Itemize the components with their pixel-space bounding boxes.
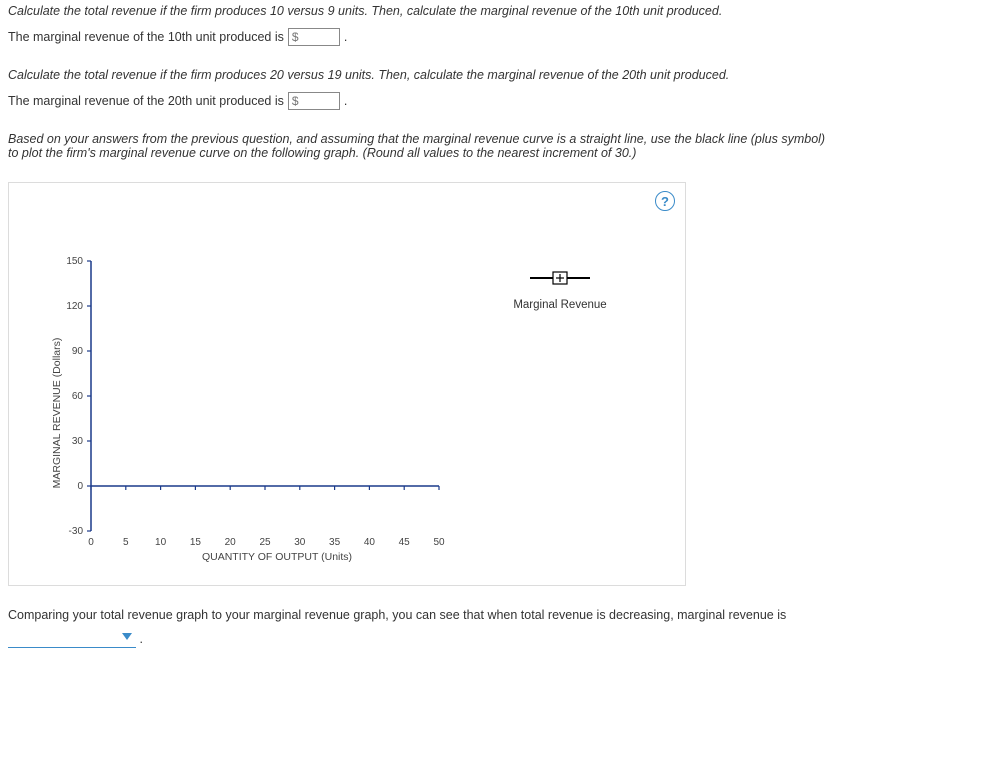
svg-text:25: 25 (259, 537, 271, 548)
graph-prompt-line1: Based on your answers from the previous … (8, 132, 985, 146)
q1-prompt: Calculate the total revenue if the firm … (8, 4, 985, 18)
q2-label: The marginal revenue of the 20th unit pr… (8, 94, 284, 108)
q2-input[interactable] (288, 92, 340, 110)
svg-text:30: 30 (294, 537, 306, 548)
svg-text:60: 60 (72, 391, 84, 402)
period: . (139, 632, 142, 646)
svg-text:35: 35 (329, 537, 341, 548)
svg-text:20: 20 (225, 537, 237, 548)
q1-label: The marginal revenue of the 10th unit pr… (8, 30, 284, 44)
svg-text:50: 50 (433, 537, 445, 548)
footer-text: Comparing your total revenue graph to yo… (8, 608, 786, 622)
legend[interactable]: Marginal Revenue (500, 271, 620, 311)
svg-text:15: 15 (190, 537, 202, 548)
svg-text:45: 45 (399, 537, 411, 548)
y-axis-label: MARGINAL REVENUE (Dollars) (51, 313, 63, 513)
svg-text:0: 0 (88, 537, 94, 548)
footer-dropdown[interactable] (8, 630, 136, 648)
svg-text:150: 150 (66, 256, 83, 267)
period: . (344, 94, 347, 108)
svg-text:90: 90 (72, 346, 84, 357)
period: . (344, 30, 347, 44)
svg-text:30: 30 (72, 436, 84, 447)
q1-input[interactable] (288, 28, 340, 46)
svg-text:10: 10 (155, 537, 167, 548)
help-icon[interactable]: ? (655, 191, 675, 211)
legend-symbol-plus (500, 271, 620, 285)
svg-text:0: 0 (77, 481, 83, 492)
q2-prompt: Calculate the total revenue if the firm … (8, 68, 985, 82)
svg-text:120: 120 (66, 301, 83, 312)
legend-label: Marginal Revenue (500, 299, 620, 311)
graph-panel: ? Marginal Revenue -30 0 30 60 90 120 150 0 5 10 1… (8, 182, 686, 586)
graph-prompt-line2: to plot the firm's marginal revenue curv… (8, 146, 985, 160)
x-axis-label: QUANTITY OF OUTPUT (Units) (177, 551, 377, 563)
svg-text:40: 40 (364, 537, 376, 548)
svg-text:-30: -30 (69, 526, 84, 537)
chevron-down-icon (122, 633, 132, 640)
chart-plot-area[interactable]: -30 0 30 60 90 120 150 0 5 10 15 20 25 30 35 40 45 50 MAR… (39, 253, 459, 563)
svg-text:5: 5 (123, 537, 129, 548)
